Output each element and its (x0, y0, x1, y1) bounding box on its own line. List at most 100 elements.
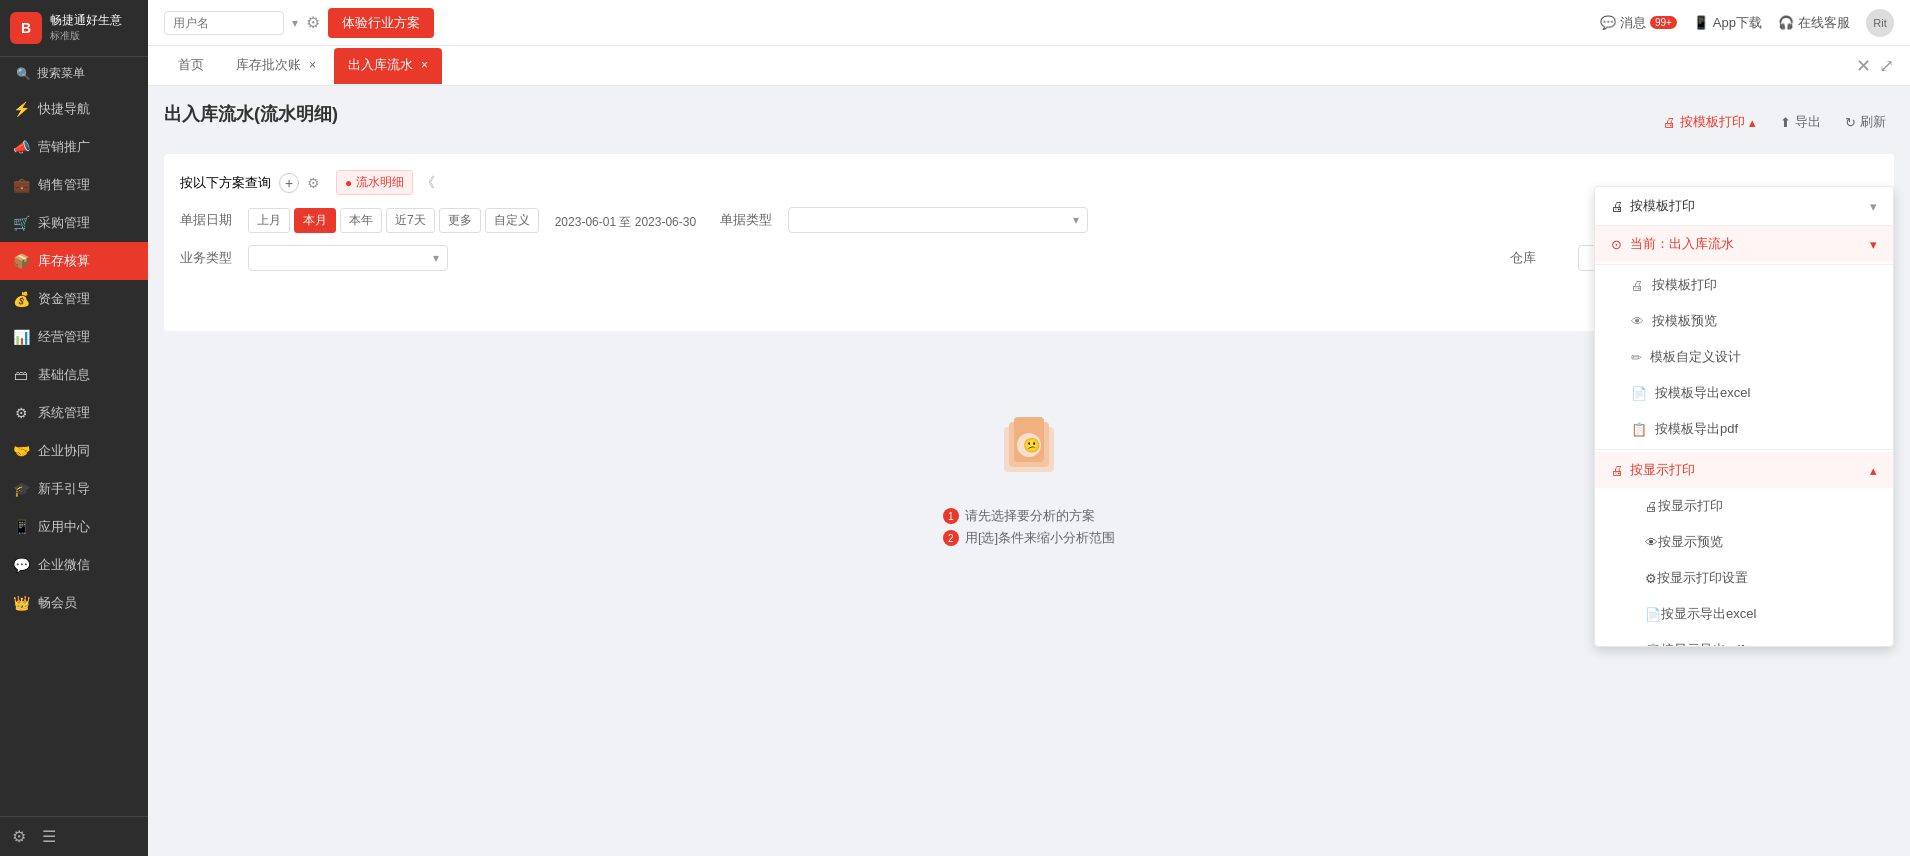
filter-add-button[interactable]: + (279, 173, 299, 193)
date-btn-last-month[interactable]: 上月 (248, 208, 290, 233)
tip-num-2: 2 (943, 530, 959, 546)
sidebar-item-app-center[interactable]: 📱 应用中心 (0, 508, 148, 546)
industry-solution-button[interactable]: 体验行业方案 (328, 8, 434, 38)
export-button[interactable]: ⬆ 导出 (1772, 109, 1829, 135)
panel-item-template-print[interactable]: 🖨 按模板打印 (1595, 267, 1893, 303)
tab-controls: ✕ ⤢ (1856, 55, 1894, 77)
panel-current-selection[interactable]: ⊙ 当前：出入库流水 ▾ (1595, 226, 1893, 262)
template-print-item-icon: 🖨 (1631, 278, 1644, 293)
panel-item-template-customize[interactable]: ✏ 模板自定义设计 (1595, 339, 1893, 375)
refresh-button[interactable]: ↻ 刷新 (1837, 109, 1894, 135)
sidebar-search[interactable]: 🔍 搜索菜单 (0, 57, 148, 90)
display-preview-icon: 👁 (1645, 535, 1658, 550)
top-header: ▾ ⚙ 体验行业方案 💬 消息 99+ 📱 App下载 🎧 在线客服 Rit (148, 0, 1910, 46)
panel-header-chevron[interactable]: ▾ (1870, 199, 1877, 214)
panel-item-template-export-pdf[interactable]: 📋 按模板导出pdf (1595, 411, 1893, 447)
sidebar-item-operations[interactable]: 📊 经营管理 (0, 318, 148, 356)
user-avatar[interactable]: Rit (1866, 9, 1894, 37)
sidebar-item-label: 资金管理 (38, 290, 136, 308)
tab-inout-flow-close[interactable]: × (421, 58, 428, 72)
current-label: 当前：出入库流水 (1630, 235, 1734, 253)
panel-item-display-preview[interactable]: 👁 按显示预览 (1595, 524, 1893, 560)
header-gear-icon[interactable]: ⚙ (306, 13, 320, 32)
voucher-type-label: 单据类型 (720, 211, 780, 229)
tab-maximize-icon[interactable]: ⤢ (1879, 55, 1894, 77)
template-excel-icon: 📄 (1631, 386, 1647, 401)
panel-item-template-preview[interactable]: 👁 按模板预览 (1595, 303, 1893, 339)
voucher-type-select[interactable]: ▾ (788, 207, 1088, 233)
tip-num-1: 1 (943, 508, 959, 524)
sidebar-item-guide[interactable]: 🎓 新手引导 (0, 470, 148, 508)
header-user-input[interactable] (164, 11, 284, 35)
sidebar-item-enterprise[interactable]: 🤝 企业协同 (0, 432, 148, 470)
panel-item-display-export-excel[interactable]: 📄 按显示导出excel (1595, 596, 1893, 632)
basic-icon: 🗃 (12, 367, 30, 383)
sidebar-item-label: 快捷导航 (38, 100, 136, 118)
date-btn-more[interactable]: 更多 (439, 208, 481, 233)
app-download-label: App下载 (1713, 14, 1762, 32)
tab-close-icon[interactable]: ✕ (1856, 55, 1871, 77)
display-section-icon: 🖨 (1611, 463, 1624, 478)
filter-settings-button[interactable]: ⚙ (307, 175, 320, 191)
display-section-header[interactable]: 🖨 按显示打印 ▴ (1595, 452, 1893, 488)
sidebar-item-wechat[interactable]: 💬 企业微信 (0, 546, 148, 584)
message-button[interactable]: 💬 消息 99+ (1600, 14, 1677, 32)
display-print-settings-icon: ⚙ (1645, 571, 1657, 586)
display-print-settings-label: 按显示打印设置 (1657, 569, 1748, 587)
panel-item-template-export-excel[interactable]: 📄 按模板导出excel (1595, 375, 1893, 411)
filter-collapse-button[interactable]: 《 (421, 174, 435, 192)
sidebar-item-marketing[interactable]: 📣 营销推广 (0, 128, 148, 166)
filter-tag-flow[interactable]: ● 流水明细 (336, 170, 413, 195)
panel-item-display-print[interactable]: 🖨 按显示打印 (1595, 488, 1893, 524)
sidebar-item-quick-nav[interactable]: ⚡ 快捷导航 (0, 90, 148, 128)
wechat-icon: 💬 (12, 557, 30, 573)
tab-home[interactable]: 首页 (164, 48, 218, 84)
sidebar-item-purchase[interactable]: 🛒 采购管理 (0, 204, 148, 242)
online-service-button[interactable]: 🎧 在线客服 (1778, 14, 1850, 32)
panel-header: 🖨 按模板打印 ▾ (1595, 187, 1893, 226)
tab-inout-flow[interactable]: 出入库流水 × (334, 48, 442, 84)
tab-batch-account[interactable]: 库存批次账 × (222, 48, 330, 84)
header-dropdown-chevron[interactable]: ▾ (292, 16, 298, 30)
printer-icon: 🖨 (1663, 115, 1676, 130)
message-label: 消息 (1620, 14, 1646, 32)
template-customize-icon: ✏ (1631, 350, 1642, 365)
quick-nav-icon: ⚡ (12, 101, 30, 117)
sidebar-item-finance[interactable]: 💰 资金管理 (0, 280, 148, 318)
menu-bottom-icon[interactable]: ☰ (42, 827, 56, 846)
panel-item-display-print-settings[interactable]: ⚙ 按显示打印设置 (1595, 560, 1893, 596)
sidebar-item-label: 畅会员 (38, 594, 136, 612)
sidebar-item-inventory[interactable]: 📦 库存核算 (0, 242, 148, 280)
sidebar-item-vip[interactable]: 👑 畅会员 (0, 584, 148, 622)
sidebar-item-system[interactable]: ⚙ 系统管理 (0, 394, 148, 432)
display-preview-label: 按显示预览 (1658, 533, 1723, 551)
filter-tag-label: 流水明细 (356, 174, 404, 191)
business-type-select[interactable]: ▾ (248, 245, 448, 271)
settings-bottom-icon[interactable]: ⚙ (12, 827, 26, 846)
template-print-button[interactable]: 🖨 按模板打印 ▴ (1655, 109, 1764, 135)
display-print-label: 按显示打印 (1658, 497, 1723, 515)
sidebar-item-label: 新手引导 (38, 480, 136, 498)
panel-item-display-export-pdf[interactable]: 📋 按显示导出pdf (1595, 632, 1893, 646)
display-excel-label: 按显示导出excel (1661, 605, 1756, 623)
operations-icon: 📊 (12, 329, 30, 345)
app-download-button[interactable]: 📱 App下载 (1693, 14, 1762, 32)
sidebar-item-basic[interactable]: 🗃 基础信息 (0, 356, 148, 394)
tab-home-label: 首页 (178, 56, 204, 74)
date-btn-this-year[interactable]: 本年 (340, 208, 382, 233)
template-pdf-label: 按模板导出pdf (1655, 420, 1738, 438)
date-btn-this-month[interactable]: 本月 (294, 208, 336, 233)
empty-tips: 1 请先选择要分析的方案 2 用[选]条件来缩小分析范围 (943, 503, 1115, 551)
page-content: 出入库流水(流水明细) 🖨 按模板打印 ▴ ⬆ 导出 ↻ 刷新 (148, 86, 1910, 856)
tab-bar: 首页 库存批次账 × 出入库流水 × ✕ ⤢ (148, 46, 1910, 86)
date-btn-7days[interactable]: 近7天 (386, 208, 435, 233)
tab-batch-account-close[interactable]: × (309, 58, 316, 72)
date-btn-custom[interactable]: 自定义 (485, 208, 539, 233)
marketing-icon: 📣 (12, 139, 30, 155)
template-preview-label: 按模板预览 (1652, 312, 1717, 330)
sidebar-item-sales[interactable]: 💼 销售管理 (0, 166, 148, 204)
app-download-icon: 📱 (1693, 15, 1709, 30)
business-type-label: 业务类型 (180, 249, 240, 267)
search-icon: 🔍 (16, 67, 31, 81)
system-icon: ⚙ (12, 405, 30, 421)
